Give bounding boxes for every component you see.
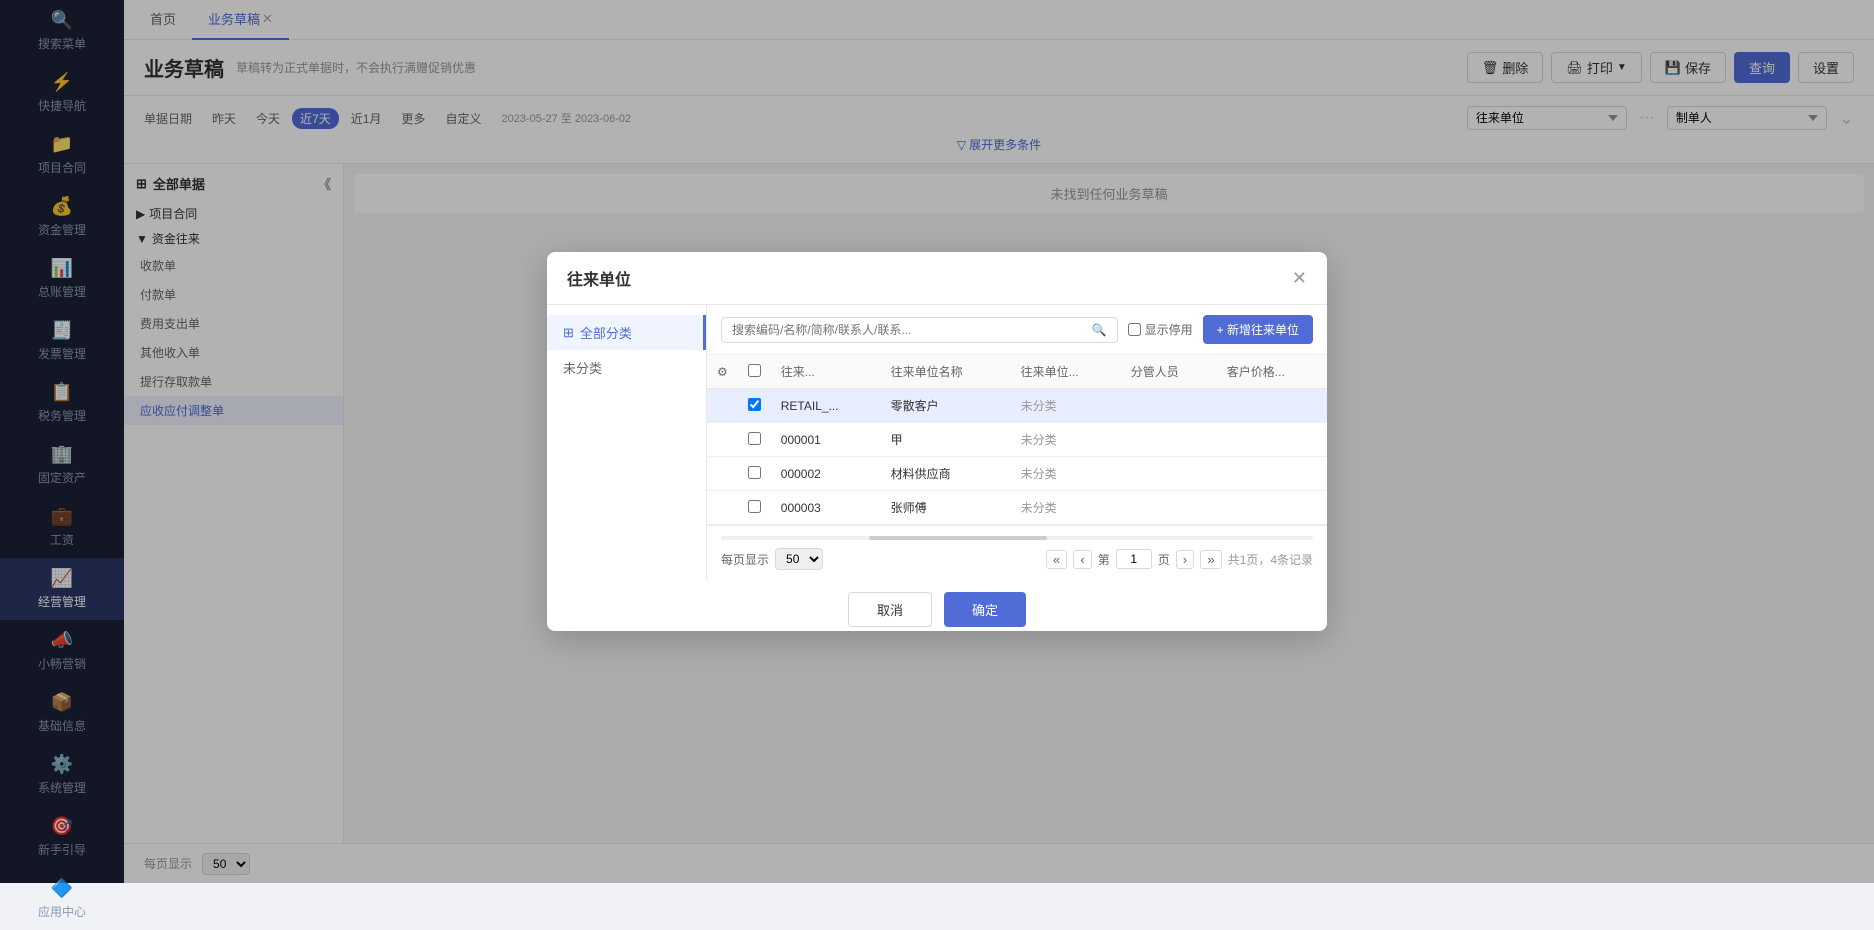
- row-settings: [707, 491, 738, 525]
- row-code-4: 000003: [771, 491, 881, 525]
- row-price-4: [1217, 491, 1327, 525]
- search-input[interactable]: [732, 323, 1086, 337]
- dialog-toolbar: 🔍 显示停用 + 新增往来单位: [707, 305, 1327, 355]
- search-icon: 🔍: [1092, 323, 1107, 337]
- pagination: 每页显示 50 « ‹ 第 页 › »: [721, 548, 1313, 570]
- row-code-2: 000001: [771, 423, 881, 457]
- counterpart-dialog: 往来单位 ✕ ⊞ 全部分类 未分类 🔍: [547, 252, 1327, 631]
- col-settings: ⚙: [707, 355, 738, 389]
- row-category-3: 未分类: [1011, 457, 1121, 491]
- col-checkbox: [738, 355, 771, 389]
- col-name: 往来单位名称: [881, 355, 1011, 389]
- add-counterpart-button[interactable]: + 新增往来单位: [1203, 315, 1313, 344]
- row-price-2: [1217, 423, 1327, 457]
- row-checkbox: [738, 423, 771, 457]
- select-all-checkbox[interactable]: [748, 364, 761, 377]
- page-of-label: 页: [1158, 551, 1170, 568]
- search-box: 🔍: [721, 317, 1118, 343]
- dialog-body: ⊞ 全部分类 未分类 🔍 显示停用: [547, 305, 1327, 580]
- dialog-header: 往来单位 ✕: [547, 252, 1327, 305]
- page-size-label: 每页显示: [721, 551, 769, 568]
- row-checkbox: [738, 491, 771, 525]
- next-page-button[interactable]: ›: [1176, 550, 1194, 569]
- last-page-button[interactable]: »: [1200, 550, 1221, 569]
- page-input[interactable]: [1116, 549, 1152, 569]
- row-price-3: [1217, 457, 1327, 491]
- dialog-title: 往来单位: [567, 266, 631, 290]
- row-agent-3: [1121, 457, 1217, 491]
- col-price: 客户价格...: [1217, 355, 1327, 389]
- table-row[interactable]: 000003 张师傅 未分类: [707, 491, 1327, 525]
- col-agent: 分管人员: [1121, 355, 1217, 389]
- col-code: 往来...: [771, 355, 881, 389]
- row-settings: [707, 423, 738, 457]
- table-header-row: ⚙ 往来... 往来单位名称 往来单位... 分管人员 客户价格...: [707, 355, 1327, 389]
- row-agent-2: [1121, 423, 1217, 457]
- scrollbar-thumb: [869, 536, 1047, 540]
- col-category: 往来单位...: [1011, 355, 1121, 389]
- row-select-4[interactable]: [748, 500, 761, 513]
- page-size-select[interactable]: 50: [775, 548, 823, 570]
- row-checkbox: [738, 389, 771, 423]
- table-row[interactable]: 000002 材料供应商 未分类: [707, 457, 1327, 491]
- page-nav: « ‹ 第 页 › » 共1页，4条记录: [1046, 549, 1313, 569]
- table-row[interactable]: 000001 甲 未分类: [707, 423, 1327, 457]
- row-settings: [707, 389, 738, 423]
- dialog-tree: ⊞ 全部分类 未分类: [547, 305, 707, 580]
- inactive-checkbox[interactable]: [1128, 323, 1141, 336]
- row-name-1: 零散客户: [881, 389, 1011, 423]
- dialog-overlay: 往来单位 ✕ ⊞ 全部分类 未分类 🔍: [0, 0, 1874, 883]
- table-row[interactable]: RETAIL_... 零散客户 未分类: [707, 389, 1327, 423]
- row-price-1: [1217, 389, 1327, 423]
- grid-icon: ⊞: [563, 325, 574, 341]
- dialog-actions: 取消 确定: [547, 580, 1327, 631]
- row-select-2[interactable]: [748, 432, 761, 445]
- dialog-content: 🔍 显示停用 + 新增往来单位 ⚙: [707, 305, 1327, 580]
- row-category-2: 未分类: [1011, 423, 1121, 457]
- row-code-1: RETAIL_...: [771, 389, 881, 423]
- dialog-scrollbar: [721, 536, 1313, 540]
- first-page-button[interactable]: «: [1046, 550, 1067, 569]
- dialog-footer: 每页显示 50 « ‹ 第 页 › »: [707, 525, 1327, 580]
- row-name-2: 甲: [881, 423, 1011, 457]
- prev-page-button[interactable]: ‹: [1073, 550, 1091, 569]
- row-agent-1: [1121, 389, 1217, 423]
- row-name-4: 张师傅: [881, 491, 1011, 525]
- dialog-close-button[interactable]: ✕: [1292, 268, 1307, 289]
- row-settings: [707, 457, 738, 491]
- tree-item-all[interactable]: ⊞ 全部分类: [547, 315, 706, 350]
- row-name-3: 材料供应商: [881, 457, 1011, 491]
- dialog-table: ⚙ 往来... 往来单位名称 往来单位... 分管人员 客户价格...: [707, 355, 1327, 525]
- row-category-1: 未分类: [1011, 389, 1121, 423]
- show-inactive-checkbox[interactable]: 显示停用: [1128, 321, 1193, 338]
- row-category-4: 未分类: [1011, 491, 1121, 525]
- confirm-button[interactable]: 确定: [944, 592, 1026, 627]
- row-select-3[interactable]: [748, 466, 761, 479]
- cancel-button[interactable]: 取消: [848, 592, 932, 627]
- row-checkbox: [738, 457, 771, 491]
- page-label: 第: [1098, 551, 1110, 568]
- tree-item-uncategorized[interactable]: 未分类: [547, 350, 706, 385]
- row-select-1[interactable]: [748, 398, 761, 411]
- page-total: 共1页，4条记录: [1228, 551, 1313, 568]
- row-agent-4: [1121, 491, 1217, 525]
- row-code-3: 000002: [771, 457, 881, 491]
